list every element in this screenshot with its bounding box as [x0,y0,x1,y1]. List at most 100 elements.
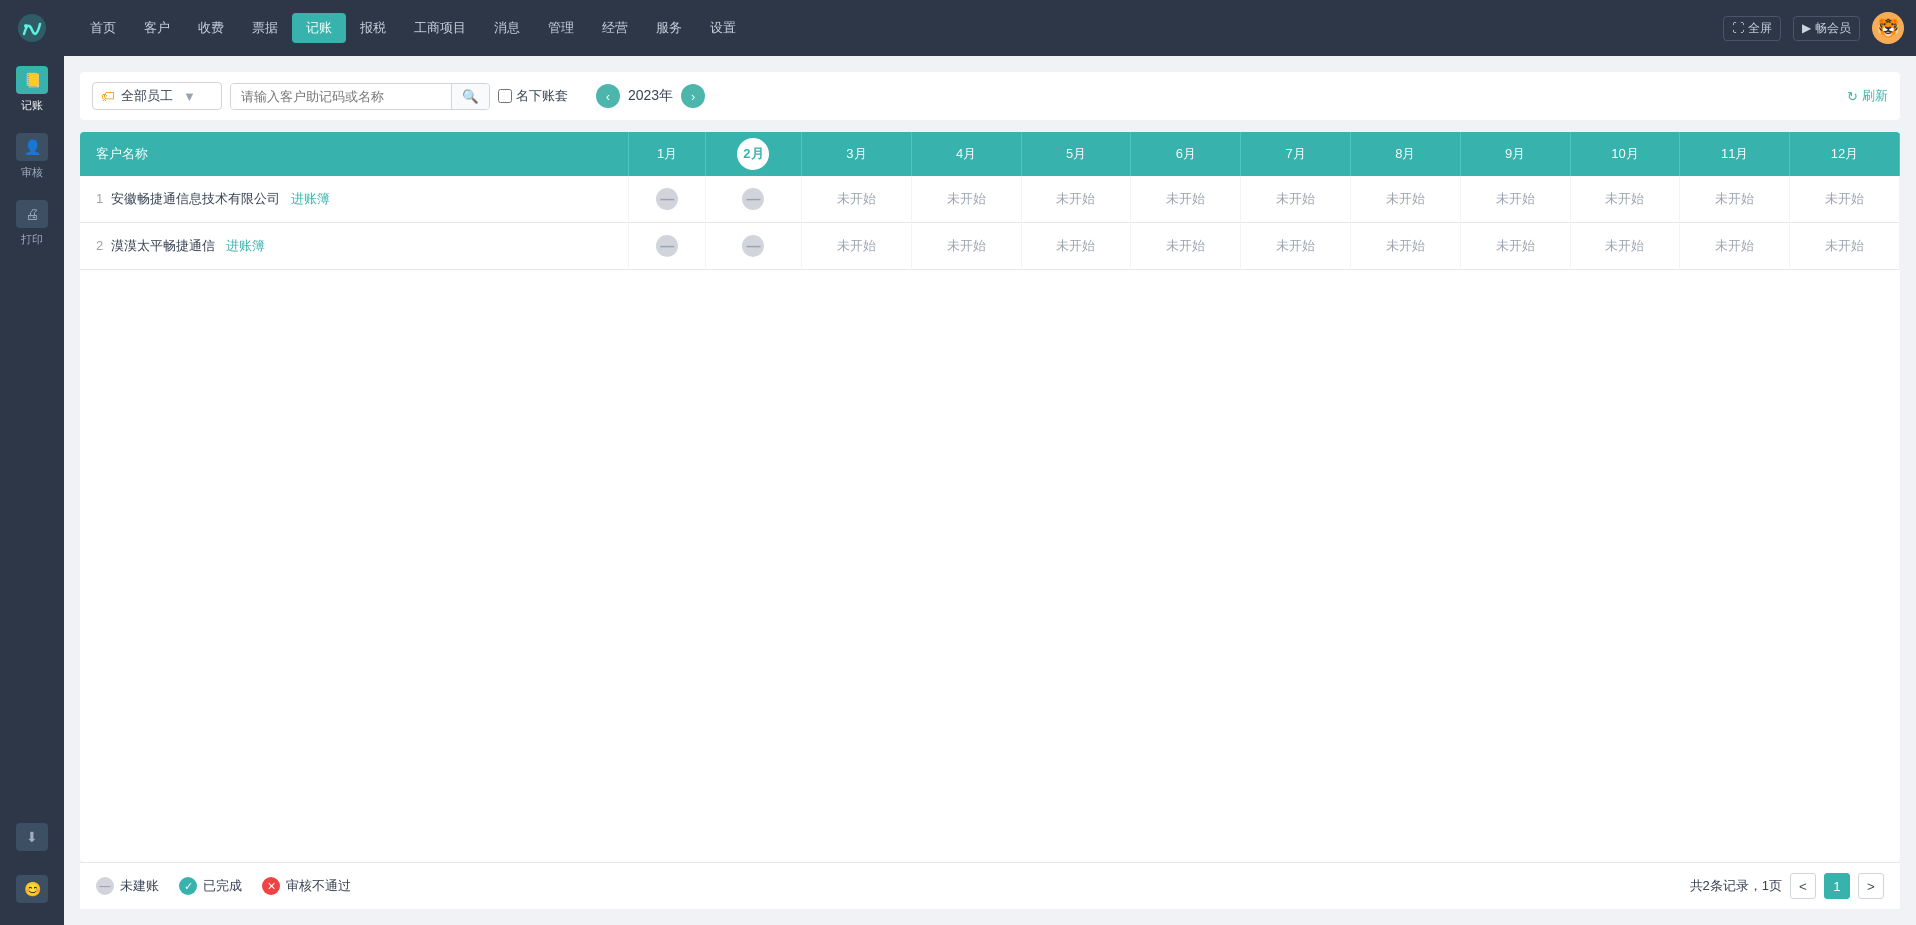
nav-tax[interactable]: 报税 [346,13,400,43]
sidebar-item-audit[interactable]: 👤 审核 [0,123,64,190]
user-avatar[interactable]: 🐯 [1872,12,1904,44]
row2-apr: 未开始 [911,223,1021,270]
nav-manage[interactable]: 管理 [534,13,588,43]
my-accounts-checkbox-wrap[interactable]: 名下账套 [498,87,568,105]
sidebar: 📒 记账 👤 审核 🖨 打印 ⬇ 😊 [0,0,64,925]
svg-point-1 [24,24,28,28]
chevron-down-icon: ▼ [183,89,196,104]
row1-nov-status: 未开始 [1715,191,1754,206]
nav-customer[interactable]: 客户 [130,13,184,43]
row2-company-name: 漠漠太平畅捷通信 [111,238,215,253]
member-label: 畅会员 [1815,20,1851,37]
member-icon: ▶ [1802,21,1811,35]
row1-dec-status: 未开始 [1825,191,1864,206]
nav-bizitem[interactable]: 工商项目 [400,13,480,43]
legend-not-built-dot: — [96,877,114,895]
search-button[interactable]: 🔍 [451,84,489,109]
row1-name-cell: 1 安徽畅捷通信息技术有限公司 进账簿 [80,176,629,223]
sidebar-item-help[interactable]: 😊 [0,865,64,913]
nav-home[interactable]: 首页 [76,13,130,43]
row2-jul: 未开始 [1241,223,1351,270]
nav-message[interactable]: 消息 [480,13,534,43]
row2-enter-ledger-link[interactable]: 进账簿 [226,238,265,253]
page-current-button[interactable]: 1 [1824,873,1850,899]
row1-enter-ledger-link[interactable]: 进账簿 [291,191,330,206]
row2-jan-dash: — [656,235,678,257]
row1-jan: — [629,176,705,223]
row2-name-cell: 2 漠漠太平畅捷通信 进账簿 [80,223,629,270]
page-prev-button[interactable]: < [1790,873,1816,899]
employee-select[interactable]: 🏷 全部员工 ▼ [92,82,222,110]
refresh-label: 刷新 [1862,87,1888,105]
row1-feb-dash: — [742,188,764,210]
nav-invoice[interactable]: 票据 [238,13,292,43]
table-row: 2 漠漠太平畅捷通信 进账簿 — — 未开始 未开始 未开始 未开始 未开始 未… [80,223,1900,270]
row1-aug-status: 未开始 [1386,191,1425,206]
sidebar-item-download[interactable]: ⬇ [0,813,64,861]
col-sep: 9月 [1460,132,1570,176]
member-button[interactable]: ▶ 畅会员 [1793,16,1860,41]
row2-apr-status: 未开始 [947,238,986,253]
content-area: 🏷 全部员工 ▼ 🔍 名下账套 ‹ 2023年 › ↻ 刷新 [64,56,1916,925]
row1-oct-status: 未开始 [1605,191,1644,206]
row2-index: 2 [96,238,103,253]
row1-apr: 未开始 [911,176,1021,223]
row2-aug: 未开始 [1350,223,1460,270]
row1-may: 未开始 [1021,176,1131,223]
row2-dec: 未开始 [1790,223,1900,270]
search-input[interactable] [231,84,451,109]
refresh-button[interactable]: ↻ 刷新 [1847,87,1888,105]
nav-operation[interactable]: 经营 [588,13,642,43]
nav-service[interactable]: 服务 [642,13,696,43]
total-records-text: 共2条记录，1页 [1690,877,1782,895]
row2-jun-status: 未开始 [1166,238,1205,253]
row1-jan-dash: — [656,188,678,210]
row2-jun: 未开始 [1131,223,1241,270]
footer: — 未建账 ✓ 已完成 ✕ 审核不通过 共2条记录，1页 < 1 > [80,862,1900,909]
row2-oct-status: 未开始 [1605,238,1644,253]
col-aug: 8月 [1350,132,1460,176]
col-nov: 11月 [1680,132,1790,176]
row2-feb-dash: — [742,235,764,257]
nav-settings[interactable]: 设置 [696,13,750,43]
row1-jun-status: 未开始 [1166,191,1205,206]
sidebar-item-print[interactable]: 🖨 打印 [0,190,64,257]
accounts-table: 客户名称 1月 2月 3月 4月 5月 6月 7月 8月 9月 [80,132,1900,270]
year-next-button[interactable]: › [681,84,705,108]
row2-may-status: 未开始 [1056,238,1095,253]
legend-rejected-label: 审核不通过 [286,877,351,895]
sidebar-item-ledger[interactable]: 📒 记账 [0,56,64,123]
fullscreen-button[interactable]: ⛶ 全屏 [1723,16,1781,41]
my-accounts-checkbox[interactable] [498,89,512,103]
table-header-row: 客户名称 1月 2月 3月 4月 5月 6月 7月 8月 9月 [80,132,1900,176]
nav-collection[interactable]: 收费 [184,13,238,43]
legend-not-built: — 未建账 [96,877,159,895]
col-dec: 12月 [1790,132,1900,176]
row2-oct: 未开始 [1570,223,1680,270]
sidebar-bottom: ⬇ 😊 [0,813,64,925]
year-navigation: ‹ 2023年 › [596,84,705,108]
row1-jun: 未开始 [1131,176,1241,223]
col-jul: 7月 [1241,132,1351,176]
page-next-button[interactable]: > [1858,873,1884,899]
top-navigation: 首页 客户 收费 票据 记账 报税 工商项目 消息 管理 经营 服务 设置 ⛶ … [64,0,1916,56]
row2-jan: — [629,223,705,270]
help-icon: 😊 [16,875,48,903]
row1-apr-status: 未开始 [947,191,986,206]
row1-jul: 未开始 [1241,176,1351,223]
row1-sep: 未开始 [1460,176,1570,223]
toolbar: 🏷 全部员工 ▼ 🔍 名下账套 ‹ 2023年 › ↻ 刷新 [80,72,1900,120]
row1-dec: 未开始 [1790,176,1900,223]
row1-nov: 未开始 [1680,176,1790,223]
nav-ledger[interactable]: 记账 [292,13,346,43]
year-prev-button[interactable]: ‹ [596,84,620,108]
avatar-emoji: 🐯 [1877,17,1899,39]
audit-icon: 👤 [16,133,48,161]
row1-sep-status: 未开始 [1496,191,1535,206]
table-row: 1 安徽畅捷通信息技术有限公司 进账簿 — — 未开始 未开始 未开始 未开始 … [80,176,1900,223]
row2-may: 未开始 [1021,223,1131,270]
ledger-icon: 📒 [16,66,48,94]
topnav-right: ⛶ 全屏 ▶ 畅会员 🐯 [1723,12,1904,44]
legend-completed-label: 已完成 [203,877,242,895]
accounts-table-wrap: 客户名称 1月 2月 3月 4月 5月 6月 7月 8月 9月 [80,132,1900,862]
